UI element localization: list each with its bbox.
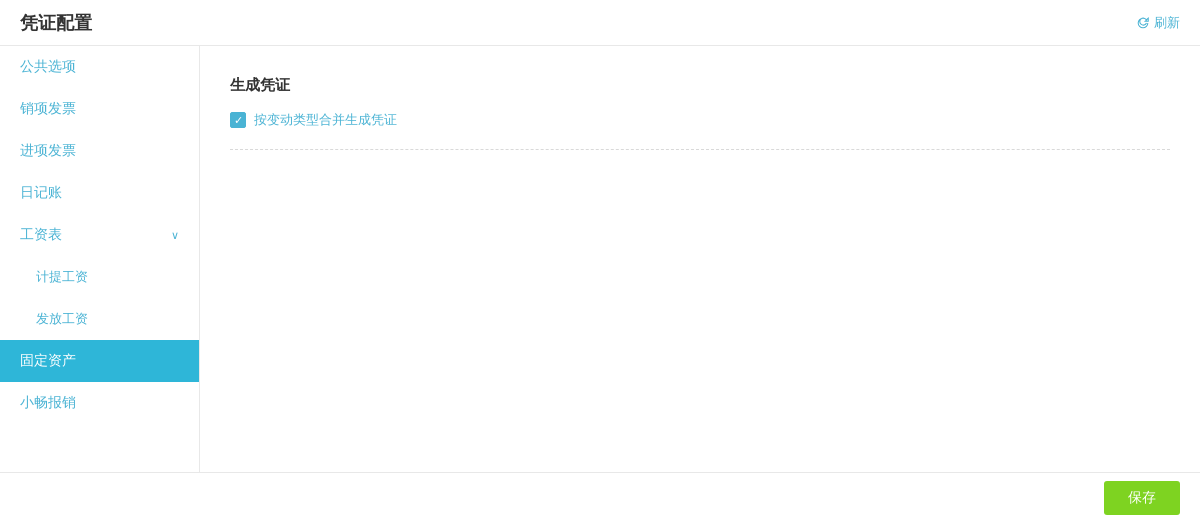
refresh-icon bbox=[1136, 16, 1150, 30]
sidebar: 公共选项销项发票进项发票日记账工资表 ∨ 计提工资发放工资固定资产小畅报销 bbox=[0, 46, 200, 472]
sidebar-item-expense-reimburse[interactable]: 小畅报销 bbox=[0, 382, 199, 424]
section-title: 生成凭证 bbox=[230, 76, 1170, 95]
sidebar-item-calc-payroll[interactable]: 计提工资 bbox=[0, 256, 199, 298]
save-button[interactable]: 保存 bbox=[1104, 481, 1180, 515]
refresh-button[interactable]: 刷新 bbox=[1136, 14, 1180, 32]
sidebar-item-public-options[interactable]: 公共选项 bbox=[0, 46, 199, 88]
refresh-label: 刷新 bbox=[1154, 14, 1180, 32]
sidebar-item-label-sales-invoice: 销项发票 bbox=[20, 100, 76, 118]
merge-by-type-row: 按变动类型合并生成凭证 bbox=[230, 111, 1170, 129]
sidebar-item-label-fixed-assets: 固定资产 bbox=[20, 352, 76, 370]
sidebar-item-label-payroll-table: 工资表 bbox=[20, 226, 62, 244]
sidebar-item-label-purchase-invoice: 进项发票 bbox=[20, 142, 76, 160]
chevron-down-icon: ∨ bbox=[171, 229, 179, 242]
section-divider bbox=[230, 149, 1170, 150]
page-header: 凭证配置 刷新 bbox=[0, 0, 1200, 46]
sidebar-item-fixed-assets[interactable]: 固定资产 bbox=[0, 340, 199, 382]
content-area: 生成凭证 按变动类型合并生成凭证 bbox=[200, 46, 1200, 472]
sidebar-item-label-calc-payroll: 计提工资 bbox=[36, 268, 88, 286]
sidebar-item-label-journal: 日记账 bbox=[20, 184, 62, 202]
sidebar-item-purchase-invoice[interactable]: 进项发票 bbox=[0, 130, 199, 172]
page-title: 凭证配置 bbox=[20, 11, 92, 35]
main-layout: 公共选项销项发票进项发票日记账工资表 ∨ 计提工资发放工资固定资产小畅报销 生成凭证… bbox=[0, 46, 1200, 472]
sidebar-item-label-public-options: 公共选项 bbox=[20, 58, 76, 76]
merge-by-type-checkbox[interactable] bbox=[230, 112, 246, 128]
sidebar-item-sales-invoice[interactable]: 销项发票 bbox=[0, 88, 199, 130]
sidebar-item-pay-payroll[interactable]: 发放工资 bbox=[0, 298, 199, 340]
page-footer: 保存 bbox=[0, 472, 1200, 522]
sidebar-item-label-pay-payroll: 发放工资 bbox=[36, 310, 88, 328]
sidebar-item-label-expense-reimburse: 小畅报销 bbox=[20, 394, 76, 412]
sidebar-item-payroll-table[interactable]: 工资表 ∨ bbox=[0, 214, 199, 256]
sidebar-item-journal[interactable]: 日记账 bbox=[0, 172, 199, 214]
merge-by-type-label: 按变动类型合并生成凭证 bbox=[254, 111, 397, 129]
